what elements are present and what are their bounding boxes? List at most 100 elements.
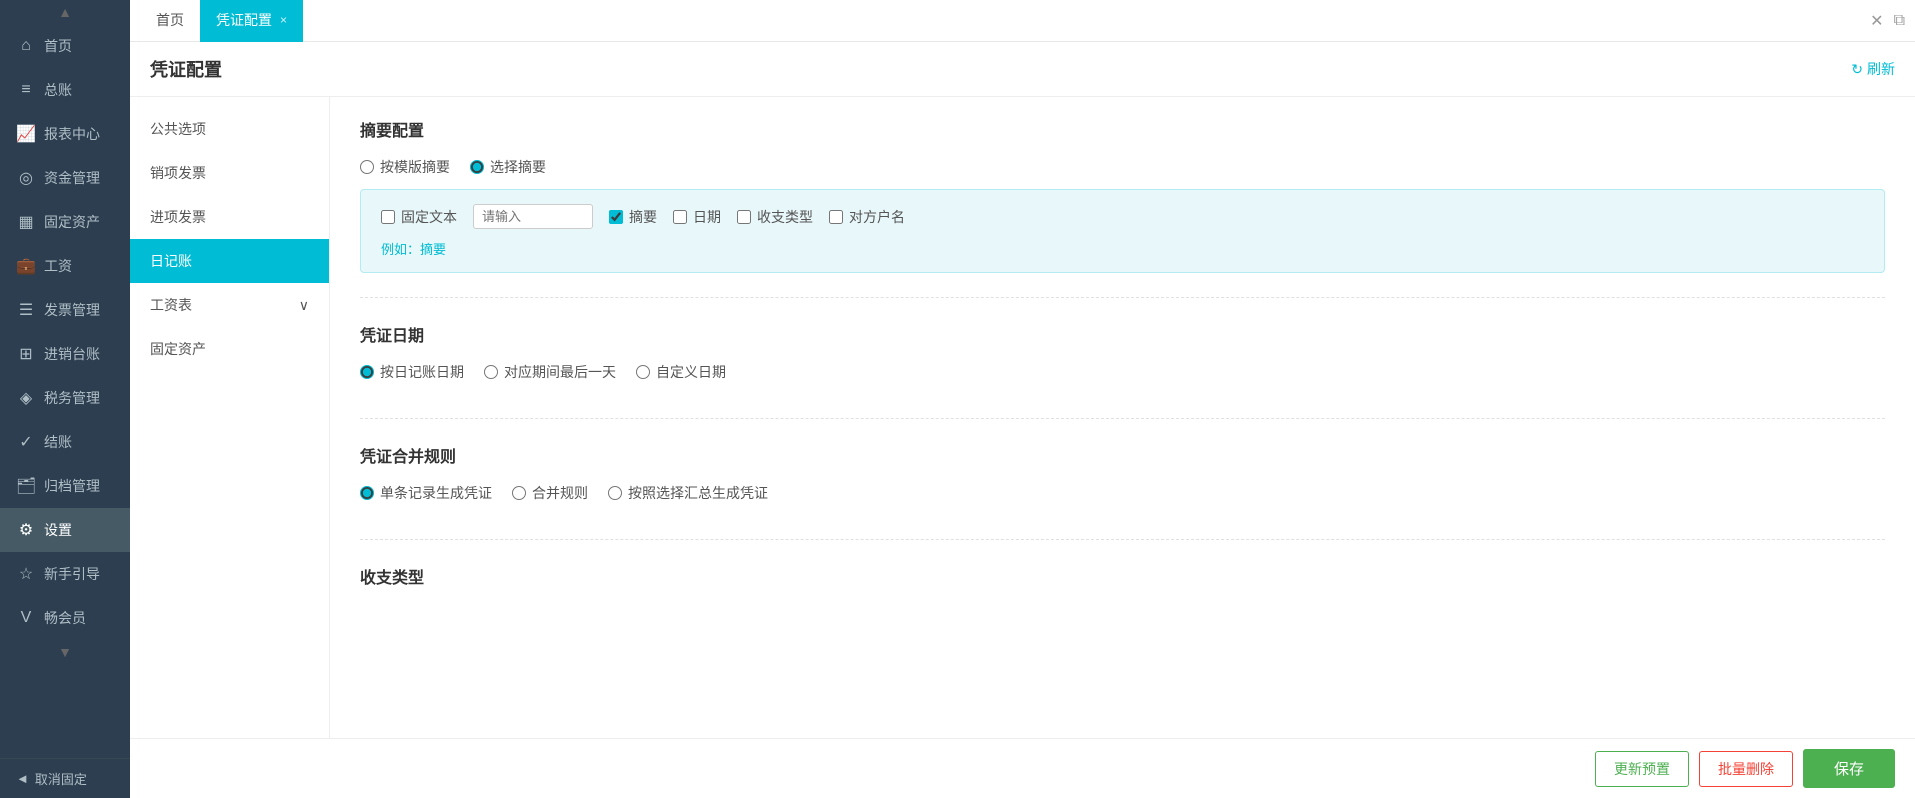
radio-merge-rules-label: 合并规则 bbox=[532, 483, 588, 503]
radio-last-day-of-period-input[interactable] bbox=[484, 365, 498, 379]
radio-single-record[interactable]: 单条记录生成凭证 bbox=[360, 483, 492, 503]
sidebar-item-beginner-guide[interactable]: ☆ 新手引导 bbox=[0, 552, 130, 596]
radio-select-summary[interactable]: 选择摘要 bbox=[470, 157, 546, 177]
radio-by-selection-total[interactable]: 按照选择汇总生成凭证 bbox=[608, 483, 768, 503]
sidebar-item-settlement[interactable]: ✓ 结账 bbox=[0, 420, 130, 464]
radio-by-selection-total-input[interactable] bbox=[608, 486, 622, 500]
update-preview-button[interactable]: 更新预置 bbox=[1595, 751, 1689, 787]
checkbox-income-type[interactable]: 收支类型 bbox=[737, 207, 813, 227]
content-layout: 公共选项 销项发票 进项发票 日记账 工资表 ∨ 固定资产 bbox=[130, 97, 1915, 738]
restore-window-icon[interactable]: ⧉ bbox=[1894, 12, 1905, 30]
radio-template-summary-label: 按模版摘要 bbox=[380, 157, 450, 177]
checkbox-income-type-input[interactable] bbox=[737, 210, 751, 224]
checkbox-summary-input[interactable] bbox=[609, 210, 623, 224]
checkbox-fixed-text-input[interactable] bbox=[381, 210, 395, 224]
radio-merge-rules-input[interactable] bbox=[512, 486, 526, 500]
save-button[interactable]: 保存 bbox=[1803, 749, 1895, 788]
sidebar-scroll-up[interactable]: ▲ bbox=[0, 0, 130, 24]
sidebar-item-label: 结账 bbox=[44, 432, 72, 452]
main-area: 首页 凭证配置 × ✕ ⧉ 凭证配置 ↻ 刷新 公共选项 bbox=[130, 0, 1915, 798]
batch-delete-button[interactable]: 批量删除 bbox=[1699, 751, 1793, 787]
invoice-icon: ☰ bbox=[16, 300, 36, 320]
sidebar-item-label: 设置 bbox=[44, 520, 72, 540]
radio-merge-rules[interactable]: 合并规则 bbox=[512, 483, 588, 503]
sidebar-item-settings[interactable]: ⚙ 设置 bbox=[0, 508, 130, 552]
sidebar-item-purchase-sales[interactable]: ⊞ 进销台账 bbox=[0, 332, 130, 376]
sidebar-item-fixed-assets[interactable]: ▦ 固定资产 bbox=[0, 200, 130, 244]
summary-checkboxes-row: 固定文本 摘要 日期 bbox=[381, 204, 1864, 229]
tab-voucher-config[interactable]: 凭证配置 × bbox=[200, 0, 303, 42]
checkbox-counterpart-name[interactable]: 对方户名 bbox=[829, 207, 905, 227]
tab-home-label: 首页 bbox=[156, 10, 184, 30]
tab-bar-controls: ✕ ⧉ bbox=[1870, 11, 1905, 31]
fixed-text-input[interactable] bbox=[473, 204, 593, 229]
sidebar-item-label: 报表中心 bbox=[44, 124, 100, 144]
left-nav: 公共选项 销项发票 进项发票 日记账 工资表 ∨ 固定资产 bbox=[130, 97, 330, 738]
left-nav-fixed-assets[interactable]: 固定资产 bbox=[130, 327, 329, 371]
fund-icon: ◎ bbox=[16, 168, 36, 188]
merge-rules-title: 凭证合并规则 bbox=[360, 443, 1885, 467]
page-title: 凭证配置 bbox=[150, 56, 222, 82]
checkbox-summary[interactable]: 摘要 bbox=[609, 207, 657, 227]
left-nav-public-options[interactable]: 公共选项 bbox=[130, 107, 329, 151]
bottom-bar: 更新预置 批量删除 保存 bbox=[130, 738, 1915, 798]
right-content: 摘要配置 按模版摘要 选择摘要 bbox=[330, 97, 1915, 738]
sidebar-item-label: 总账 bbox=[44, 80, 72, 100]
sidebar-item-label: 资金管理 bbox=[44, 168, 100, 188]
radio-by-journal-date[interactable]: 按日记账日期 bbox=[360, 362, 464, 382]
radio-template-summary-input[interactable] bbox=[360, 160, 374, 174]
close-window-icon[interactable]: ✕ bbox=[1870, 11, 1883, 31]
radio-select-summary-input[interactable] bbox=[470, 160, 484, 174]
radio-custom-date-label: 自定义日期 bbox=[656, 362, 726, 382]
income-type-title: 收支类型 bbox=[360, 564, 1885, 588]
sidebar-unpin-button[interactable]: ◄ 取消固定 bbox=[0, 758, 130, 798]
page-content: 凭证配置 ↻ 刷新 公共选项 销项发票 进项发票 日记账 bbox=[130, 42, 1915, 798]
sidebar-scroll-down[interactable]: ▼ bbox=[0, 640, 130, 664]
radio-by-selection-total-label: 按照选择汇总生成凭证 bbox=[628, 483, 768, 503]
tab-close-icon[interactable]: × bbox=[280, 13, 287, 27]
unpin-label: 取消固定 bbox=[35, 769, 87, 788]
checkbox-date-input[interactable] bbox=[673, 210, 687, 224]
checkbox-income-type-label: 收支类型 bbox=[757, 207, 813, 227]
refresh-button[interactable]: ↻ 刷新 bbox=[1851, 59, 1895, 79]
summary-config-title: 摘要配置 bbox=[360, 117, 1885, 141]
sidebar-item-invoice-management[interactable]: ☰ 发票管理 bbox=[0, 288, 130, 332]
left-nav-payroll-table[interactable]: 工资表 ∨ bbox=[130, 283, 329, 327]
guide-icon: ☆ bbox=[16, 564, 36, 584]
radio-select-summary-label: 选择摘要 bbox=[490, 157, 546, 177]
checkbox-fixed-text-label: 固定文本 bbox=[401, 207, 457, 227]
unpin-icon: ◄ bbox=[16, 771, 29, 786]
sidebar-item-general-ledger[interactable]: ≡ 总账 bbox=[0, 68, 130, 112]
summary-config-box: 固定文本 摘要 日期 bbox=[360, 189, 1885, 273]
checkbox-date[interactable]: 日期 bbox=[673, 207, 721, 227]
sidebar-item-label: 发票管理 bbox=[44, 300, 100, 320]
sidebar-item-payroll[interactable]: 💼 工资 bbox=[0, 244, 130, 288]
checkbox-fixed-text[interactable]: 固定文本 bbox=[381, 207, 457, 227]
refresh-icon: ↻ bbox=[1851, 61, 1863, 78]
radio-by-journal-date-input[interactable] bbox=[360, 365, 374, 379]
sidebar-item-report-center[interactable]: 📈 报表中心 bbox=[0, 112, 130, 156]
radio-custom-date-input[interactable] bbox=[636, 365, 650, 379]
left-nav-sales-invoice[interactable]: 销项发票 bbox=[130, 151, 329, 195]
refresh-label: 刷新 bbox=[1867, 59, 1895, 79]
sidebar-item-archive-management[interactable]: 🗂 归档管理 bbox=[0, 464, 130, 508]
example-value: 摘要 bbox=[420, 242, 446, 257]
sidebar-item-vip[interactable]: V 畅会员 bbox=[0, 596, 130, 640]
tab-home[interactable]: 首页 bbox=[140, 0, 200, 42]
radio-last-day-of-period[interactable]: 对应期间最后一天 bbox=[484, 362, 616, 382]
tab-bar: 首页 凭证配置 × ✕ ⧉ bbox=[130, 0, 1915, 42]
sidebar-item-tax-management[interactable]: ◈ 税务管理 bbox=[0, 376, 130, 420]
radio-template-summary[interactable]: 按模版摘要 bbox=[360, 157, 450, 177]
sidebar-item-fund-management[interactable]: ◎ 资金管理 bbox=[0, 156, 130, 200]
sidebar-item-home[interactable]: ⌂ 首页 bbox=[0, 24, 130, 68]
sidebar-item-label: 固定资产 bbox=[44, 212, 100, 232]
left-nav-purchase-invoice[interactable]: 进项发票 bbox=[130, 195, 329, 239]
checkbox-counterpart-name-input[interactable] bbox=[829, 210, 843, 224]
left-nav-journal[interactable]: 日记账 bbox=[130, 239, 329, 283]
voucher-date-section: 凭证日期 按日记账日期 对应期间最后一天 自定义日期 bbox=[360, 322, 1885, 419]
radio-single-record-input[interactable] bbox=[360, 486, 374, 500]
radio-custom-date[interactable]: 自定义日期 bbox=[636, 362, 726, 382]
radio-single-record-label: 单条记录生成凭证 bbox=[380, 483, 492, 503]
sidebar-item-label: 税务管理 bbox=[44, 388, 100, 408]
page-header: 凭证配置 ↻ 刷新 bbox=[130, 42, 1915, 97]
